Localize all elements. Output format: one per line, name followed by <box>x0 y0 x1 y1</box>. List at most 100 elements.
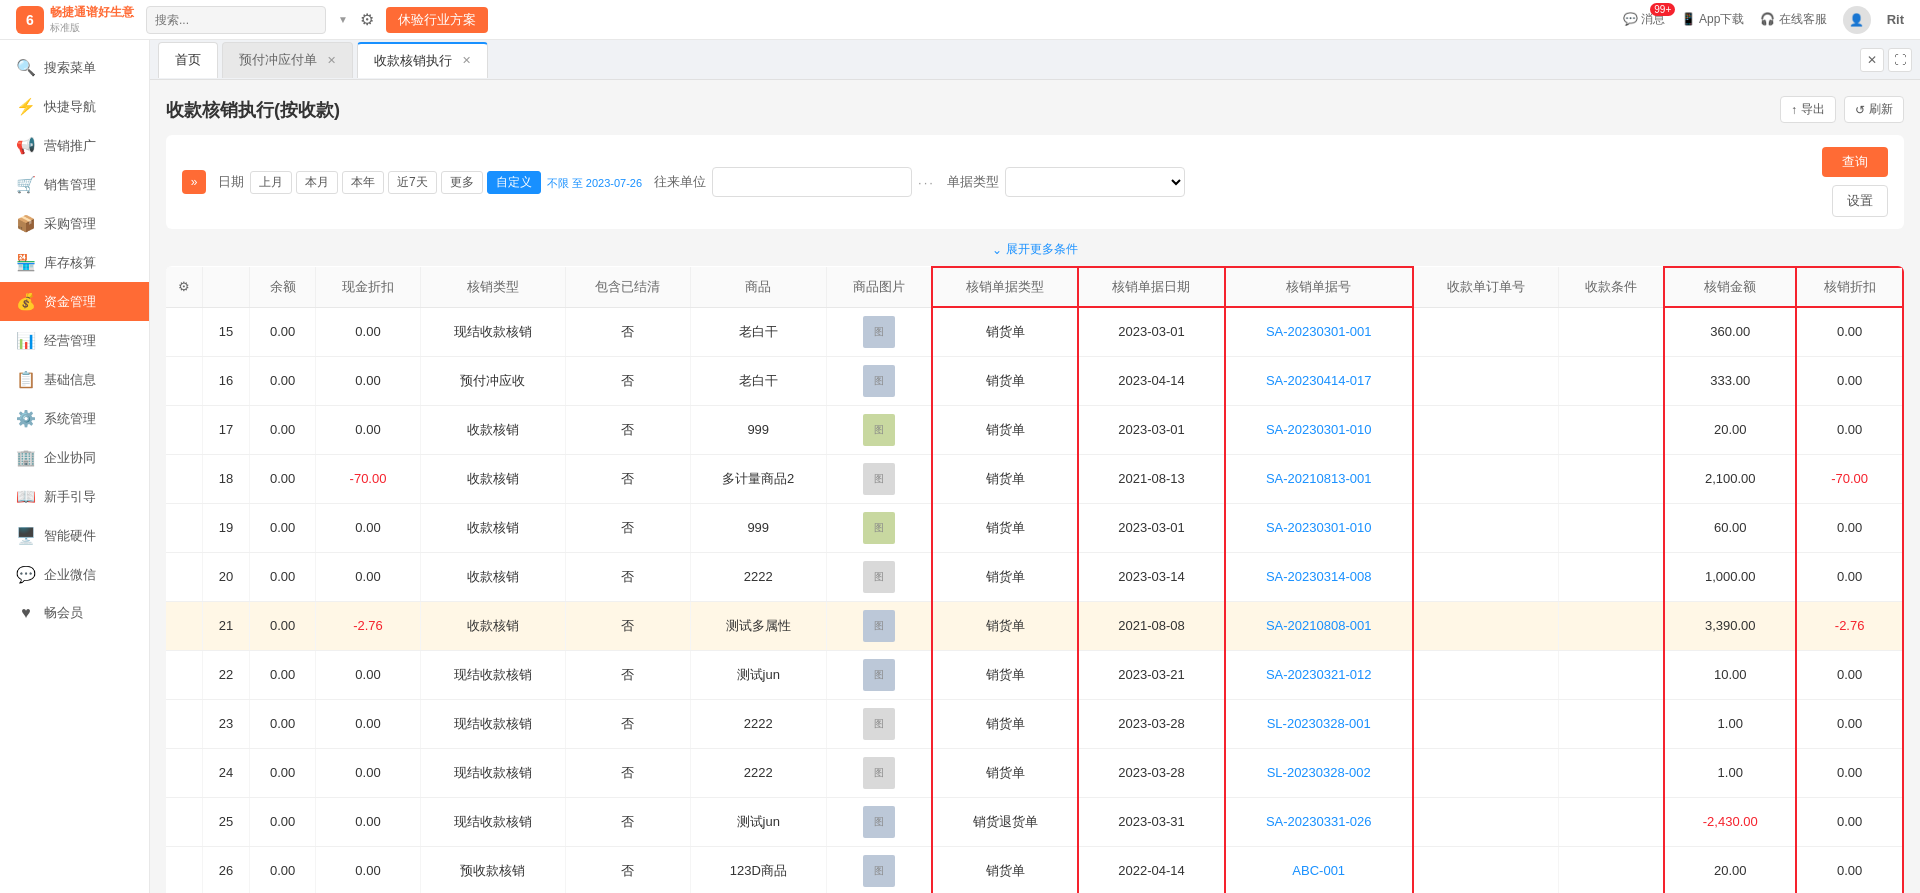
sidebar-item-search[interactable]: 🔍 搜索菜单 <box>0 48 149 87</box>
sidebar-item-inventory[interactable]: 🏪 库存核算 <box>0 243 149 282</box>
sidebar-label-hardware: 智能硬件 <box>44 527 96 545</box>
cell-writeoff-discount: 0.00 <box>1796 307 1903 356</box>
bill-no-link[interactable]: SA-20230301-001 <box>1266 324 1372 339</box>
table-header-row: ⚙ 余额 现金折扣 核销类型 包含已结清 商品 商品图片 核销单据类型 核销单据… <box>166 267 1903 307</box>
cell-seq: 16 <box>202 356 250 405</box>
cell-balance: 0.00 <box>250 405 316 454</box>
bill-no-link[interactable]: SA-20210813-001 <box>1266 471 1372 486</box>
cell-bill-type: 销货单 <box>932 307 1078 356</box>
guide-icon: 📖 <box>16 487 36 506</box>
tab-bar: 首页 预付冲应付单 ✕ 收款核销执行 ✕ ✕ ⛶ <box>150 40 1920 80</box>
cell-bill-no: SA-20230301-001 <box>1225 307 1413 356</box>
cell-balance: 0.00 <box>250 699 316 748</box>
cell-receipt-condition <box>1558 503 1664 552</box>
setting-filter-btn[interactable]: 设置 <box>1832 185 1888 217</box>
cell-receipt-order <box>1413 307 1559 356</box>
cell-bill-date: 2023-03-01 <box>1078 503 1224 552</box>
cell-bill-type: 销货单 <box>932 650 1078 699</box>
tab-prepay-close[interactable]: ✕ <box>327 54 336 67</box>
bill-no-link[interactable]: SA-20230301-010 <box>1266 422 1372 437</box>
sidebar-item-member[interactable]: ♥ 畅会员 <box>0 594 149 632</box>
bill-no-link[interactable]: ABC-001 <box>1292 863 1345 878</box>
cell-bill-no: SA-20230331-026 <box>1225 797 1413 846</box>
sidebar-label-member: 畅会员 <box>44 604 83 622</box>
bill-no-link[interactable]: SA-20210808-001 <box>1266 618 1372 633</box>
sidebar-item-wechat[interactable]: 💬 企业微信 <box>0 555 149 594</box>
sidebar-item-quick[interactable]: ⚡ 快捷导航 <box>0 87 149 126</box>
bill-type-select[interactable] <box>1005 167 1185 197</box>
date-btn-more[interactable]: 更多 <box>441 171 483 194</box>
message-badge: 99+ <box>1650 3 1675 16</box>
user-icon: 👤 <box>1849 13 1864 27</box>
online-service-btn[interactable]: 🎧 在线客服 <box>1760 11 1826 28</box>
cell-receipt-order <box>1413 405 1559 454</box>
sidebar-item-corp[interactable]: 🏢 企业协同 <box>0 438 149 477</box>
phone-icon: 📱 <box>1681 12 1696 26</box>
settings-icon[interactable]: ⚙ <box>178 279 190 294</box>
tab-prepay[interactable]: 预付冲应付单 ✕ <box>222 42 353 78</box>
bill-no-link[interactable]: SA-20230314-008 <box>1266 569 1372 584</box>
bill-no-link[interactable]: SL-20230328-002 <box>1267 765 1371 780</box>
cell-bill-date: 2023-03-31 <box>1078 797 1224 846</box>
date-btn-last-month[interactable]: 上月 <box>250 171 292 194</box>
date-btn-this-year[interactable]: 本年 <box>342 171 384 194</box>
cell-receipt-condition <box>1558 601 1664 650</box>
refresh-icon: ↺ <box>1855 103 1865 117</box>
date-btn-custom[interactable]: 自定义 <box>487 171 541 194</box>
cell-goods: 2222 <box>690 552 826 601</box>
table-row: 21 0.00 -2.76 收款核销 否 测试多属性 图 销货单 2021-08… <box>166 601 1903 650</box>
maximize-window-btn[interactable]: ⛶ <box>1888 48 1912 72</box>
date-btn-this-month[interactable]: 本月 <box>296 171 338 194</box>
cell-receipt-condition <box>1558 846 1664 893</box>
bill-no-link[interactable]: SA-20230414-017 <box>1266 373 1372 388</box>
gear-icon-top[interactable]: ⚙ <box>360 10 374 29</box>
cell-balance: 0.00 <box>250 552 316 601</box>
tab-receipt[interactable]: 收款核销执行 ✕ <box>357 42 488 78</box>
user-avatar[interactable]: 👤 <box>1843 6 1871 34</box>
bill-no-link[interactable]: SL-20230328-001 <box>1267 716 1371 731</box>
sidebar-item-marketing[interactable]: 📢 营销推广 <box>0 126 149 165</box>
tab-home[interactable]: 首页 <box>158 42 218 78</box>
query-btn[interactable]: 查询 <box>1822 147 1888 177</box>
bill-no-link[interactable]: SA-20230331-026 <box>1266 814 1372 829</box>
sidebar-item-system[interactable]: ⚙️ 系统管理 <box>0 399 149 438</box>
cell-receipt-order <box>1413 503 1559 552</box>
cell-cash-discount: -70.00 <box>315 454 420 503</box>
th-goods: 商品 <box>690 267 826 307</box>
filter-expand-btn[interactable]: » <box>182 170 206 194</box>
sidebar-label-guide: 新手引导 <box>44 488 96 506</box>
sidebar-item-purchase[interactable]: 📦 采购管理 <box>0 204 149 243</box>
cell-cash-discount: 0.00 <box>315 503 420 552</box>
sidebar-item-hardware[interactable]: 🖥️ 智能硬件 <box>0 516 149 555</box>
marketing-icon: 📢 <box>16 136 36 155</box>
app-download-btn[interactable]: 📱 App下载 <box>1681 11 1744 28</box>
date-btn-7days[interactable]: 近7天 <box>388 171 437 194</box>
bill-no-link[interactable]: SA-20230301-010 <box>1266 520 1372 535</box>
sidebar-item-basic[interactable]: 📋 基础信息 <box>0 360 149 399</box>
search-input-top[interactable] <box>146 6 326 34</box>
industry-btn[interactable]: 休验行业方案 <box>386 7 488 33</box>
refresh-btn[interactable]: ↺ 刷新 <box>1844 96 1904 123</box>
cell-writeoff-type: 现结收款核销 <box>421 797 566 846</box>
cell-writeoff-amount: 20.00 <box>1664 405 1796 454</box>
cell-bill-type: 销货单 <box>932 552 1078 601</box>
sidebar-item-sales[interactable]: 🛒 销售管理 <box>0 165 149 204</box>
bill-no-link[interactable]: SA-20230321-012 <box>1266 667 1372 682</box>
close-window-btn[interactable]: ✕ <box>1860 48 1884 72</box>
page-actions: ↑ 导出 ↺ 刷新 <box>1780 96 1904 123</box>
cell-goods-img: 图 <box>826 601 932 650</box>
sidebar-item-guide[interactable]: 📖 新手引导 <box>0 477 149 516</box>
export-btn[interactable]: ↑ 导出 <box>1780 96 1836 123</box>
cell-receipt-order <box>1413 797 1559 846</box>
message-btn[interactable]: 💬 消息 99+ <box>1623 11 1665 28</box>
table-body: 15 0.00 0.00 现结收款核销 否 老白干 图 销货单 2023-03-… <box>166 307 1903 893</box>
sidebar-item-operation[interactable]: 📊 经营管理 <box>0 321 149 360</box>
tab-receipt-close[interactable]: ✕ <box>462 54 471 67</box>
logo-icon: 6 <box>16 6 44 34</box>
expand-more-btn[interactable]: ⌄ 展开更多条件 <box>992 241 1078 258</box>
sidebar-item-finance[interactable]: 💰 资金管理 <box>0 282 149 321</box>
dropdown-arrow-icon[interactable]: ▼ <box>338 14 348 25</box>
unit-input[interactable] <box>712 167 912 197</box>
sidebar-label-sales: 销售管理 <box>44 176 96 194</box>
table-row: 15 0.00 0.00 现结收款核销 否 老白干 图 销货单 2023-03-… <box>166 307 1903 356</box>
